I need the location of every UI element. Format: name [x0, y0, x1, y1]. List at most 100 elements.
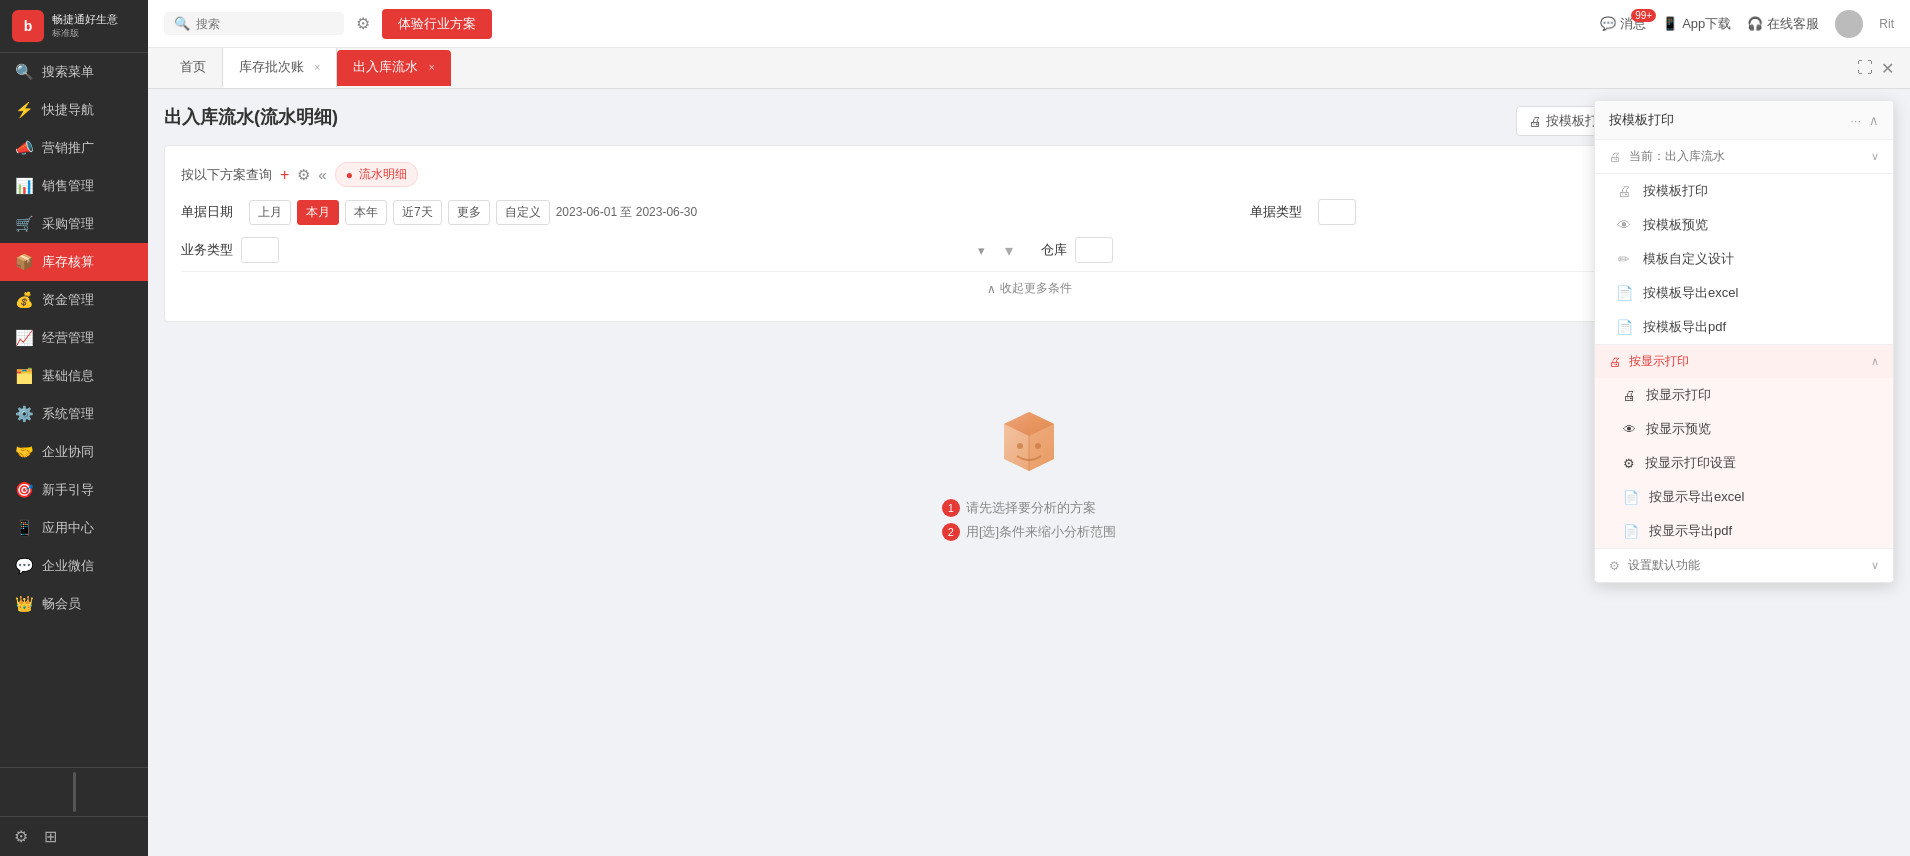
logo-badge: 标准版: [52, 27, 118, 40]
dp-tmpl-custom-label: 模板自定义设计: [1643, 250, 1734, 268]
topbar-right: 💬 消息 99+ 📱 App下载 🎧 在线客服 Rit: [1600, 10, 1894, 38]
dp-tmpl-print[interactable]: 🖨 按模板打印: [1595, 174, 1893, 208]
avatar[interactable]: [1835, 10, 1863, 38]
empty-steps: 1 请先选择要分析的方案 2 用[选]条件来缩小分析范围: [942, 499, 1116, 547]
sidebar-item-system[interactable]: ⚙️ 系统管理: [0, 395, 148, 433]
sidebar-item-sales[interactable]: 📊 销售管理: [0, 167, 148, 205]
sidebar-item-member[interactable]: 👑 畅会员: [0, 585, 148, 623]
logo-icon: b: [12, 10, 44, 42]
add-filter-button[interactable]: +: [280, 166, 289, 184]
dp-disp-pdf[interactable]: 📄 按显示导出pdf: [1595, 514, 1893, 548]
collapse-button[interactable]: «: [318, 166, 326, 183]
sidebar-item-search[interactable]: 🔍 搜索菜单: [0, 53, 148, 91]
box-icon: 📦: [14, 253, 34, 271]
business-type-select[interactable]: [241, 237, 279, 263]
sidebar-item-label: 企业协同: [42, 443, 94, 461]
sidebar-item-label: 采购管理: [42, 215, 94, 233]
message-button[interactable]: 💬 消息 99+: [1600, 15, 1646, 33]
dp-tmpl-excel[interactable]: 📄 按模板导出excel: [1595, 276, 1893, 310]
close-all-icon[interactable]: ✕: [1881, 59, 1894, 78]
display-icon: 🖨: [1609, 355, 1621, 369]
target-icon: 🎯: [14, 481, 34, 499]
tab-batch[interactable]: 库存批次账 ×: [222, 48, 337, 88]
ellipsis-icon[interactable]: ···: [1850, 113, 1861, 128]
svg-point-4: [1017, 443, 1023, 449]
date-current-month[interactable]: 本月: [297, 200, 339, 225]
tab-flow[interactable]: 出入库流水 ×: [337, 50, 450, 86]
date-custom[interactable]: 自定义: [496, 200, 550, 225]
topbar-search-box[interactable]: 🔍: [164, 12, 344, 35]
doctype-select[interactable]: [1318, 199, 1356, 225]
sidebar-settings-icon[interactable]: ⚙: [14, 827, 28, 846]
pdf-icon: 📄: [1623, 524, 1639, 539]
trial-button[interactable]: 体验行业方案: [382, 9, 492, 39]
sidebar-item-operations[interactable]: 📈 经营管理: [0, 319, 148, 357]
online-service-button[interactable]: 🎧 在线客服: [1747, 15, 1819, 33]
dp-tmpl-custom[interactable]: ✏ 模板自定义设计: [1595, 242, 1893, 276]
sidebar-item-shortcut[interactable]: ⚡ 快捷导航: [0, 91, 148, 129]
maximize-icon[interactable]: ⛶: [1857, 59, 1873, 77]
sidebar-item-label: 企业微信: [42, 557, 94, 575]
sidebar-item-purchase[interactable]: 🛒 采购管理: [0, 205, 148, 243]
tab-home[interactable]: 首页: [164, 48, 222, 88]
display-section-header[interactable]: 🖨 按显示打印 ∧: [1595, 345, 1893, 378]
display-section-chevron: ∧: [1871, 355, 1879, 368]
step1-num: 1: [942, 499, 960, 517]
topbar-gear-icon[interactable]: ⚙: [356, 14, 370, 33]
tabs-end-controls: ⛶ ✕: [1857, 59, 1894, 78]
dp-tmpl-preview[interactable]: 👁 按模板预览: [1595, 208, 1893, 242]
excel-icon: 📄: [1623, 490, 1639, 505]
money-icon: 💰: [14, 291, 34, 309]
sidebar-item-label: 基础信息: [42, 367, 94, 385]
dp-disp-print[interactable]: 🖨 按显示打印: [1595, 378, 1893, 412]
date-this-year[interactable]: 本年: [345, 200, 387, 225]
tab-flow-close[interactable]: ×: [428, 61, 434, 73]
sidebar-item-label: 畅会员: [42, 595, 81, 613]
handshake-icon: 🤝: [14, 443, 34, 461]
sidebar-item-guide[interactable]: 🎯 新手引导: [0, 471, 148, 509]
dp-tmpl-pdf[interactable]: 📄 按模板导出pdf: [1595, 310, 1893, 344]
chat-icon: 💬: [14, 557, 34, 575]
dp-disp-settings[interactable]: ⚙ 按显示打印设置: [1595, 446, 1893, 480]
sidebar-item-marketing[interactable]: 📣 营销推广: [0, 129, 148, 167]
sidebar-item-finance[interactable]: 💰 资金管理: [0, 281, 148, 319]
filter-tag-item[interactable]: ● 流水明细: [335, 162, 418, 187]
sidebar-toggle-icon[interactable]: ⊞: [44, 827, 57, 846]
dp-tmpl-preview-label: 按模板预览: [1643, 216, 1708, 234]
topbar-search-input[interactable]: [196, 17, 316, 31]
date-prev-month[interactable]: 上月: [249, 200, 291, 225]
tab-batch-close[interactable]: ×: [314, 61, 320, 73]
sidebar-item-label: 系统管理: [42, 405, 94, 423]
warehouse-select[interactable]: [1075, 237, 1113, 263]
default-label: 设置默认功能: [1628, 557, 1700, 574]
crown-icon: 👑: [14, 595, 34, 613]
sidebar-item-inventory[interactable]: 📦 库存核算: [0, 243, 148, 281]
trend-icon: 📈: [14, 329, 34, 347]
dropdown-panel: 按模板打印 ··· ∧ 🖨 当前：出入库流水 ∨ 🖨 按模板打印 👁 按模板预览…: [1594, 100, 1894, 583]
date-last7days[interactable]: 近7天: [393, 200, 442, 225]
business-type-more-button[interactable]: ▾: [1001, 241, 1017, 260]
dp-disp-preview[interactable]: 👁 按显示预览: [1595, 412, 1893, 446]
current-template-icon: 🖨: [1609, 150, 1621, 164]
sidebar-item-wechat[interactable]: 💬 企业微信: [0, 547, 148, 585]
date-filter-buttons: 上月 本月 本年 近7天 更多 自定义 2023-06-01 至 2023-06…: [249, 200, 697, 225]
sidebar-item-basic[interactable]: 🗂️ 基础信息: [0, 357, 148, 395]
default-section[interactable]: ⚙ 设置默认功能 ∨: [1595, 549, 1893, 582]
sidebar-item-appcenter[interactable]: 📱 应用中心: [0, 509, 148, 547]
printer-icon: 🖨: [1623, 388, 1636, 403]
chevron-up-icon[interactable]: ∧: [1869, 113, 1879, 128]
app-download-button[interactable]: 📱 App下载: [1662, 15, 1731, 33]
current-template-header[interactable]: 🖨 当前：出入库流水 ∨: [1595, 140, 1893, 173]
filter-settings-button[interactable]: ⚙: [297, 166, 310, 184]
folder-icon: 🗂️: [14, 367, 34, 385]
search-icon: 🔍: [14, 63, 34, 81]
current-section-chevron: ∨: [1871, 150, 1879, 163]
date-more[interactable]: 更多: [448, 200, 490, 225]
lightning-icon: ⚡: [14, 101, 34, 119]
default-icon: ⚙: [1609, 559, 1620, 573]
chart-icon: 📊: [14, 177, 34, 195]
sidebar-item-enterprise[interactable]: 🤝 企业协同: [0, 433, 148, 471]
template-items-section: 🖨 按模板打印 👁 按模板预览 ✏ 模板自定义设计 📄 按模板导出excel 📄…: [1595, 174, 1893, 345]
dp-disp-excel[interactable]: 📄 按显示导出excel: [1595, 480, 1893, 514]
dropdown-header: 按模板打印 ··· ∧: [1595, 101, 1893, 140]
